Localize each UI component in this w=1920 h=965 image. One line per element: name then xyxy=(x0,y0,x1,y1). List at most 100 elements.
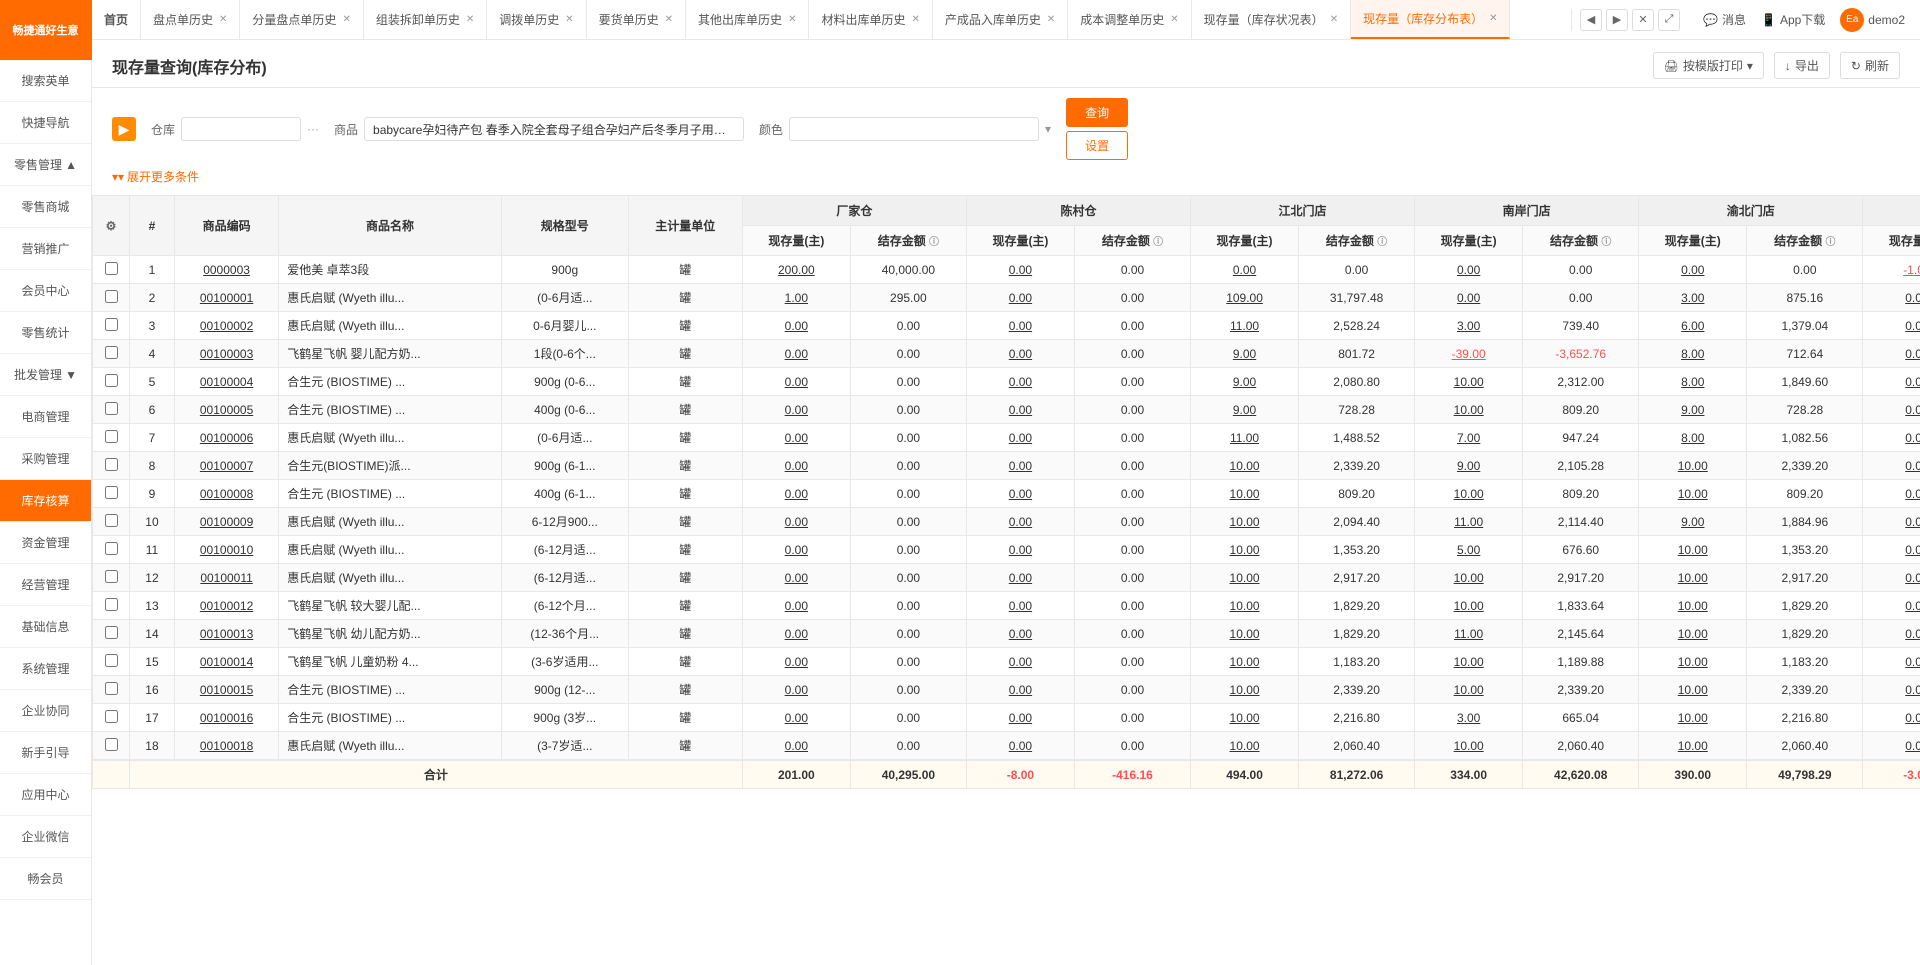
prev-tab-btn[interactable]: ◀ xyxy=(1580,9,1602,31)
collapse-btn[interactable]: ▶ xyxy=(112,117,136,141)
cell-checkbox[interactable] xyxy=(93,732,130,761)
goods-input[interactable] xyxy=(364,117,744,141)
ellipsis-icon[interactable]: ··· xyxy=(307,122,319,136)
warehouse-input[interactable] xyxy=(181,117,301,141)
cell-checkbox[interactable] xyxy=(93,704,130,732)
cell-unit: 罐 xyxy=(628,312,742,340)
app-download-btn[interactable]: 📱 App下载 xyxy=(1761,11,1825,28)
close-icon[interactable]: ✕ xyxy=(1489,13,1497,24)
cell-checkbox[interactable] xyxy=(93,536,130,564)
sidebar-item-guide[interactable]: 新手引导 xyxy=(0,732,91,774)
cell-name: 惠氏启赋 (Wyeth illu... xyxy=(279,732,502,761)
cell-c4-amt: 809.20 xyxy=(1523,396,1639,424)
sidebar-item-system[interactable]: 系统管理 xyxy=(0,648,91,690)
th-t-qty: 现存量(主) xyxy=(1863,226,1920,256)
sidebar-item-appcenter[interactable]: 应用中心 xyxy=(0,774,91,816)
cell-checkbox[interactable] xyxy=(93,648,130,676)
sidebar-item-enterprise[interactable]: 企业协同 xyxy=(0,690,91,732)
cell-checkbox[interactable] xyxy=(93,368,130,396)
tab-assembly[interactable]: 组装拆卸单历史 ✕ xyxy=(364,0,487,39)
close-icon[interactable]: ✕ xyxy=(1170,14,1178,25)
top-actions: 💬 消息 📱 App下载 Ea demo2 xyxy=(1688,8,1920,32)
refresh-btn[interactable]: ↻ 刷新 xyxy=(1840,52,1900,79)
tab-material-out[interactable]: 材料出库单历史 ✕ xyxy=(809,0,932,39)
cell-checkbox[interactable] xyxy=(93,676,130,704)
cell-checkbox[interactable] xyxy=(93,256,130,284)
table-container[interactable]: ⚙ # 商品编码 商品名称 规格型号 主计量单位 厂家仓 陈村仓 江北门店 南岸… xyxy=(92,195,1920,965)
table-row: 9 00100008 合生元 (BIOSTIME) ... 400g (6-1.… xyxy=(93,480,1920,508)
cell-checkbox[interactable] xyxy=(93,312,130,340)
chevron-down-icon[interactable]: ▾ xyxy=(1045,122,1051,136)
tab-product-in[interactable]: 产成品入库单历史 ✕ xyxy=(933,0,1068,39)
sidebar-item-shop[interactable]: 零售商城 xyxy=(0,186,91,228)
query-button[interactable]: 查询 xyxy=(1066,98,1128,127)
expand-conditions-btn[interactable]: ▾▾ 展开更多条件 xyxy=(112,168,199,185)
print-btn[interactable]: 🖨 按模版打印 ▾ xyxy=(1653,52,1764,79)
tab-requisition[interactable]: 要货单历史 ✕ xyxy=(587,0,686,39)
th-c2-amt: 结存金额 ⓘ xyxy=(1074,226,1190,256)
sidebar-item-nav[interactable]: 快捷导航 xyxy=(0,102,91,144)
user-avatar[interactable]: Ea demo2 xyxy=(1840,8,1905,32)
cell-c2-amt: 0.00 xyxy=(1074,536,1190,564)
cell-checkbox[interactable] xyxy=(93,396,130,424)
sidebar-item-wechat[interactable]: 企业微信 xyxy=(0,816,91,858)
sidebar-item-finance[interactable]: 资金管理 xyxy=(0,522,91,564)
table-row: 6 00100005 合生元 (BIOSTIME) ... 400g (0-6.… xyxy=(93,396,1920,424)
message-btn[interactable]: 💬 消息 xyxy=(1703,11,1746,28)
close-icon[interactable]: ✕ xyxy=(1330,14,1338,25)
tab-inventory-check[interactable]: 盘点单历史 ✕ xyxy=(141,0,240,39)
sidebar-item-retail[interactable]: 零售管理 ▲ xyxy=(0,144,91,186)
cell-c3-qty: 9.00 xyxy=(1191,368,1299,396)
close-icon[interactable]: ✕ xyxy=(219,14,227,25)
th-settings[interactable]: ⚙ xyxy=(93,196,130,256)
table-row: 18 00100018 惠氏启赋 (Wyeth illu... (3-7岁适..… xyxy=(93,732,1920,761)
cell-checkbox[interactable] xyxy=(93,340,130,368)
close-icon[interactable]: ✕ xyxy=(565,14,573,25)
tab-transfer[interactable]: 调拨单历史 ✕ xyxy=(487,0,586,39)
tab-cost-adj[interactable]: 成本调整单历史 ✕ xyxy=(1068,0,1191,39)
cell-checkbox[interactable] xyxy=(93,452,130,480)
close-tab-btn[interactable]: ✕ xyxy=(1632,9,1654,31)
sidebar-item-purchase[interactable]: 采购管理 xyxy=(0,438,91,480)
settings-icon[interactable]: ⚙ xyxy=(101,216,121,236)
th-c3-amt: 结存金额 ⓘ xyxy=(1299,226,1415,256)
cell-checkbox[interactable] xyxy=(93,480,130,508)
query-btn-group: 查询 设置 xyxy=(1066,98,1128,160)
tab-home[interactable]: 首页 xyxy=(92,0,141,39)
page-title: 现存量查询(库存分布) xyxy=(112,54,267,78)
close-icon[interactable]: ✕ xyxy=(665,14,673,25)
sidebar-item-member[interactable]: 会员中心 xyxy=(0,270,91,312)
cell-checkbox[interactable] xyxy=(93,592,130,620)
tab-stock-status[interactable]: 现存量（库存状况表） ✕ xyxy=(1192,0,1351,39)
tab-other-out[interactable]: 其他出库单历史 ✕ xyxy=(686,0,809,39)
sidebar-item-search[interactable]: 搜索英单 xyxy=(0,60,91,102)
sidebar-item-ecommerce[interactable]: 电商管理 xyxy=(0,396,91,438)
next-tab-btn[interactable]: ▶ xyxy=(1606,9,1628,31)
close-icon[interactable]: ✕ xyxy=(788,14,796,25)
sidebar-item-wholesale[interactable]: 批发管理 ▼ xyxy=(0,354,91,396)
set-button[interactable]: 设置 xyxy=(1066,131,1128,160)
color-input[interactable] xyxy=(789,117,1039,141)
sidebar-item-marketing[interactable]: 营销推广 xyxy=(0,228,91,270)
close-icon[interactable]: ✕ xyxy=(466,14,474,25)
close-icon[interactable]: ✕ xyxy=(1047,14,1055,25)
cell-tq: 0.00 xyxy=(1863,368,1920,396)
sidebar-item-basic[interactable]: 基础信息 xyxy=(0,606,91,648)
sidebar-item-changyuanvip[interactable]: 畅会员 xyxy=(0,858,91,900)
close-icon[interactable]: ✕ xyxy=(911,14,919,25)
cell-unit: 罐 xyxy=(628,368,742,396)
close-icon[interactable]: ✕ xyxy=(342,14,350,25)
tab-stock-distribution[interactable]: 现存量（库存分布表） ✕ xyxy=(1351,0,1510,39)
sidebar-item-retail-stats[interactable]: 零售统计 xyxy=(0,312,91,354)
cell-checkbox[interactable] xyxy=(93,620,130,648)
cell-checkbox[interactable] xyxy=(93,424,130,452)
fullscreen-btn[interactable]: ⤢ xyxy=(1658,9,1680,31)
table-row: 4 00100003 飞鹤星飞帆 婴儿配方奶... 1段(0-6个... 罐 0… xyxy=(93,340,1920,368)
sidebar-item-operations[interactable]: 经营管理 xyxy=(0,564,91,606)
export-btn[interactable]: ↓ 导出 xyxy=(1774,52,1830,79)
cell-checkbox[interactable] xyxy=(93,564,130,592)
tab-partial-check[interactable]: 分量盘点单历史 ✕ xyxy=(240,0,363,39)
cell-checkbox[interactable] xyxy=(93,508,130,536)
cell-checkbox[interactable] xyxy=(93,284,130,312)
sidebar-item-inventory[interactable]: 库存核算 xyxy=(0,480,91,522)
